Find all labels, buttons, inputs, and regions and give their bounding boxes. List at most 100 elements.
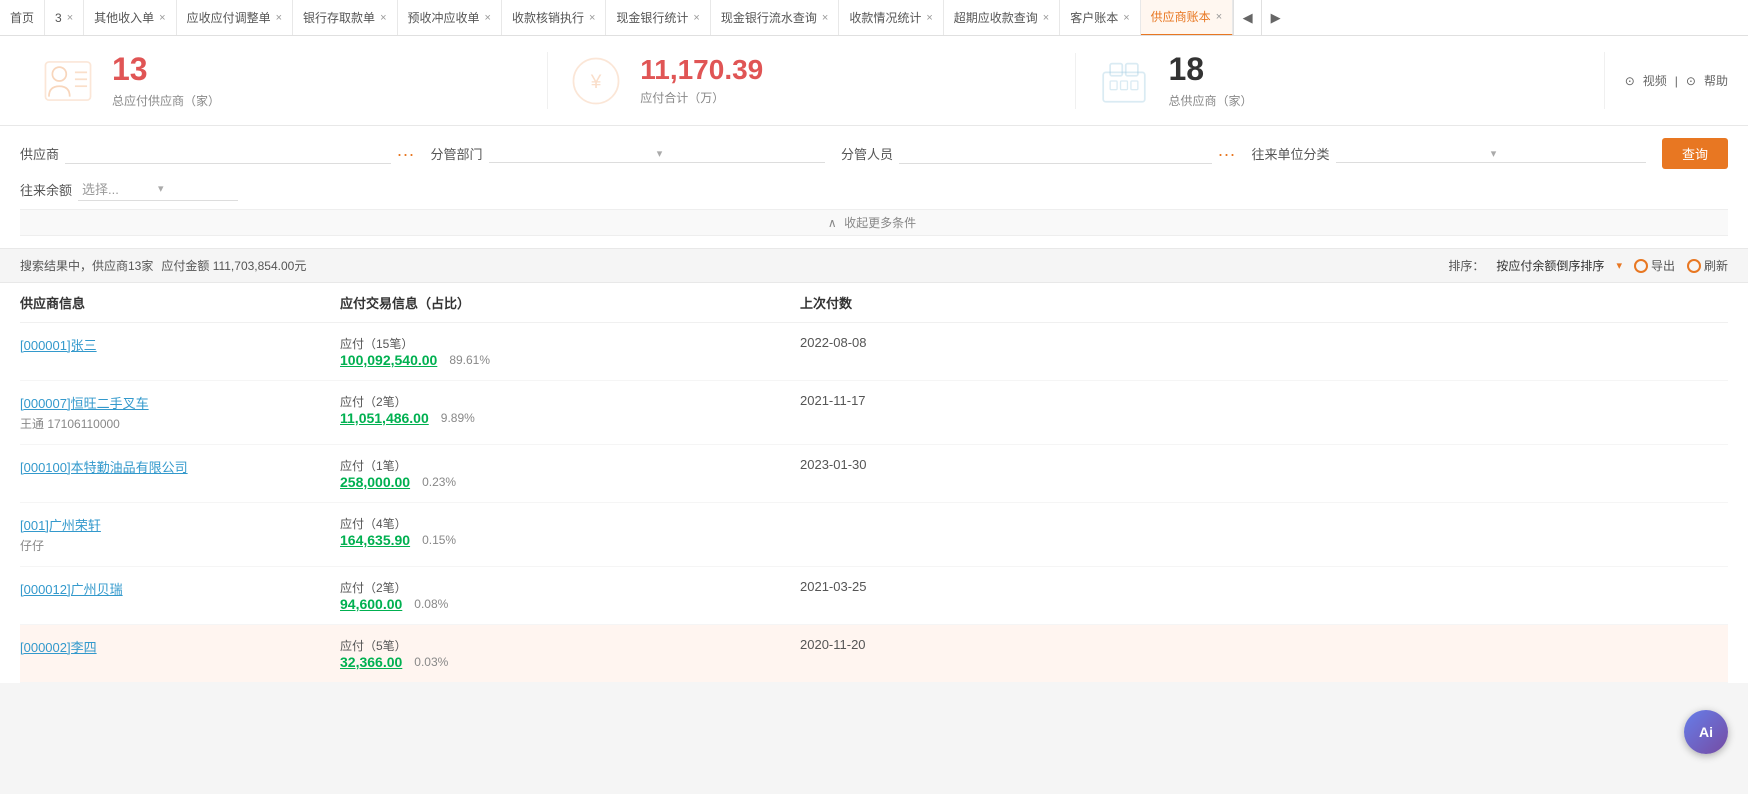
nav-tab-cash-bank-stat[interactable]: 现金银行统计 × bbox=[606, 0, 710, 36]
person-search-icon[interactable]: ··· bbox=[1218, 145, 1236, 163]
nav-tab-cash-bank-flow[interactable]: 现金银行流水查询 × bbox=[711, 0, 839, 36]
nav-scroll-right[interactable]: ▶ bbox=[1261, 0, 1289, 36]
summary-ap-suppliers-info: 13 总应付供应商（家） bbox=[112, 52, 220, 108]
nav-tab-ar-ap-adjust[interactable]: 应收应付调整单 × bbox=[177, 0, 293, 36]
transaction-cell-2: 应付（1笔） 258,000.00 0.23% bbox=[340, 457, 800, 490]
supplier-link-0[interactable]: [000001]张三 bbox=[20, 335, 340, 354]
help-icon: ⊙ bbox=[1686, 74, 1696, 88]
export-icon bbox=[1634, 259, 1648, 273]
header-lastpay: 上次付数 bbox=[800, 293, 1728, 312]
filter-area: 供应商 ··· 分管部门 ▾ 分管人员 ··· 往来单位分类 ▾ 查询 bbox=[0, 126, 1748, 249]
supplier-search-icon[interactable]: ··· bbox=[397, 145, 415, 163]
tx-amount-2[interactable]: 258,000.00 bbox=[340, 474, 410, 490]
nav-tab-3-close[interactable]: × bbox=[67, 12, 73, 24]
nav-tab-cash-stat-label: 现金银行统计 bbox=[616, 9, 688, 26]
nav-tab-bank-deposit[interactable]: 银行存取款单 × bbox=[293, 0, 397, 36]
balance-select-value: 选择... bbox=[82, 179, 158, 198]
header-supplier: 供应商信息 bbox=[20, 293, 340, 312]
supplier-link-5[interactable]: [000002]李四 bbox=[20, 637, 340, 656]
person-input[interactable] bbox=[899, 144, 1212, 164]
nav-tab-receipt-stat-close[interactable]: × bbox=[926, 12, 932, 24]
supplier-cell-3: [001]广州荣轩 仔仔 bbox=[20, 515, 340, 554]
lastpay-cell-5: 2020-11-20 bbox=[800, 637, 1728, 652]
query-button[interactable]: 查询 bbox=[1662, 138, 1728, 169]
ai-button[interactable]: Ai bbox=[1684, 710, 1728, 754]
nav-tab-cash-flow-close[interactable]: × bbox=[822, 12, 828, 24]
nav-tab-bank-close[interactable]: × bbox=[380, 12, 386, 24]
table-row: [000001]张三 应付（15笔） 100,092,540.00 89.61%… bbox=[20, 323, 1728, 381]
nav-tab-payment-close[interactable]: × bbox=[589, 12, 595, 24]
nav-tab-overdue-ar[interactable]: 超期应收款查询 × bbox=[944, 0, 1060, 36]
nav-tab-payment-verify[interactable]: 收款核销执行 × bbox=[502, 0, 606, 36]
supplier-link-3[interactable]: [001]广州荣轩 bbox=[20, 515, 340, 534]
supplier-link-1[interactable]: [000007]恒旺二手叉车 bbox=[20, 393, 340, 412]
collapse-button[interactable]: ∧ 收起更多条件 bbox=[20, 209, 1728, 236]
nav-tab-other-income[interactable]: 其他收入单 × bbox=[84, 0, 176, 36]
tx-amount-3[interactable]: 164,635.90 bbox=[340, 532, 410, 548]
tx-amount-0[interactable]: 100,092,540.00 bbox=[340, 352, 437, 368]
tx-label-5: 应付（5笔） bbox=[340, 637, 800, 654]
nav-tab-overdue-close[interactable]: × bbox=[1043, 12, 1049, 24]
nav-tab-prepay-label: 预收冲应收单 bbox=[408, 9, 480, 26]
nav-tab-home[interactable]: 首页 bbox=[0, 0, 45, 36]
nav-tab-customer-close[interactable]: × bbox=[1123, 12, 1129, 24]
nav-tab-3-label: 3 bbox=[55, 11, 62, 25]
tx-percent-0: 89.61% bbox=[449, 353, 490, 367]
export-button[interactable]: 导出 bbox=[1634, 257, 1675, 274]
ap-suppliers-icon bbox=[40, 53, 96, 109]
result-bar: 搜索结果中，供应商13家 应付金额 111,703,854.00元 排序： 按应… bbox=[0, 249, 1748, 283]
ap-suppliers-label: 总应付供应商（家） bbox=[112, 92, 220, 109]
video-icon: ⊙ bbox=[1625, 74, 1635, 88]
main-table: 供应商信息 应付交易信息（占比） 上次付数 [000001]张三 应付（15笔）… bbox=[0, 283, 1748, 683]
last-pay-date-0: 2022-08-08 bbox=[800, 335, 867, 350]
nav-tab-vendor-close[interactable]: × bbox=[1216, 11, 1222, 23]
nav-tab-receipt-stat-label: 收款情况统计 bbox=[849, 9, 921, 26]
tx-amount-5[interactable]: 32,366.00 bbox=[340, 654, 402, 670]
nav-scroll-left[interactable]: ◀ bbox=[1233, 0, 1261, 36]
nav-tab-vendor-book[interactable]: 供应商账本 × bbox=[1141, 0, 1233, 36]
total-suppliers-label: 总供应商（家） bbox=[1168, 92, 1252, 109]
person-filter-label: 分管人员 bbox=[841, 144, 893, 163]
nav-tab-bank-label: 银行存取款单 bbox=[303, 9, 375, 26]
refresh-button[interactable]: 刷新 bbox=[1687, 257, 1728, 274]
nav-tab-other-income-close[interactable]: × bbox=[159, 12, 165, 24]
sort-select[interactable]: 按应付余额倒序排序 bbox=[1496, 257, 1604, 274]
nav-tab-receipt-stat[interactable]: 收款情况统计 × bbox=[839, 0, 943, 36]
filter-person: 分管人员 ··· bbox=[841, 144, 1236, 164]
supplier-input[interactable] bbox=[65, 144, 391, 164]
help-link[interactable]: 帮助 bbox=[1704, 72, 1728, 89]
nav-tab-customer-book[interactable]: 客户账本 × bbox=[1060, 0, 1140, 36]
dept-chevron-icon: ▾ bbox=[657, 147, 821, 160]
filter-balance: 往来余额 选择... ▾ bbox=[20, 177, 300, 201]
tx-amount-4[interactable]: 94,600.00 bbox=[340, 596, 402, 612]
balance-select[interactable]: 选择... ▾ bbox=[78, 177, 238, 201]
summary-section: 13 总应付供应商（家） ¥ 11,170.39 应付合计（万） bbox=[0, 36, 1748, 126]
category-chevron-icon: ▾ bbox=[1491, 147, 1642, 160]
video-link[interactable]: 视频 bbox=[1643, 72, 1667, 89]
nav-tab-cash-stat-close[interactable]: × bbox=[693, 12, 699, 24]
supplier-link-2[interactable]: [000100]本特勤油品有限公司 bbox=[20, 457, 340, 476]
top-navigation: 首页 3 × 其他收入单 × 应收应付调整单 × 银行存取款单 × 预收冲应收单… bbox=[0, 0, 1748, 36]
supplier-cell-5: [000002]李四 bbox=[20, 637, 340, 656]
dept-select[interactable]: ▾ bbox=[489, 145, 825, 163]
nav-tab-prepay-close[interactable]: × bbox=[485, 12, 491, 24]
supplier-link-4[interactable]: [000012]广州贝瑞 bbox=[20, 579, 340, 598]
table-row: [001]广州荣轩 仔仔 应付（4笔） 164,635.90 0.15% bbox=[20, 503, 1728, 567]
ai-button-label: Ai bbox=[1699, 724, 1713, 740]
balance-chevron-icon: ▾ bbox=[158, 182, 234, 195]
table-row: [000100]本特勤油品有限公司 应付（1笔） 258,000.00 0.23… bbox=[20, 445, 1728, 503]
balance-filter-label: 往来余额 bbox=[20, 180, 72, 199]
nav-tab-3[interactable]: 3 × bbox=[45, 0, 84, 36]
nav-tab-vendor-label: 供应商账本 bbox=[1151, 8, 1211, 25]
summary-card-total-suppliers: 18 总供应商（家） bbox=[1076, 52, 1604, 108]
nav-tab-ar-ap-close[interactable]: × bbox=[276, 12, 282, 24]
total-suppliers-icon bbox=[1096, 53, 1152, 109]
tx-amount-1[interactable]: 11,051,486.00 bbox=[340, 410, 429, 426]
category-select[interactable]: ▾ bbox=[1336, 145, 1646, 163]
table-row: [000007]恒旺二手叉车 王通 17106110000 应付（2笔） 11,… bbox=[20, 381, 1728, 445]
summary-card-ap-suppliers: 13 总应付供应商（家） bbox=[20, 52, 548, 108]
tx-label-1: 应付（2笔） bbox=[340, 393, 800, 410]
nav-tab-prepay-ar[interactable]: 预收冲应收单 × bbox=[398, 0, 502, 36]
lastpay-cell-1: 2021-11-17 bbox=[800, 393, 1728, 408]
last-pay-date-5: 2020-11-20 bbox=[800, 637, 866, 652]
